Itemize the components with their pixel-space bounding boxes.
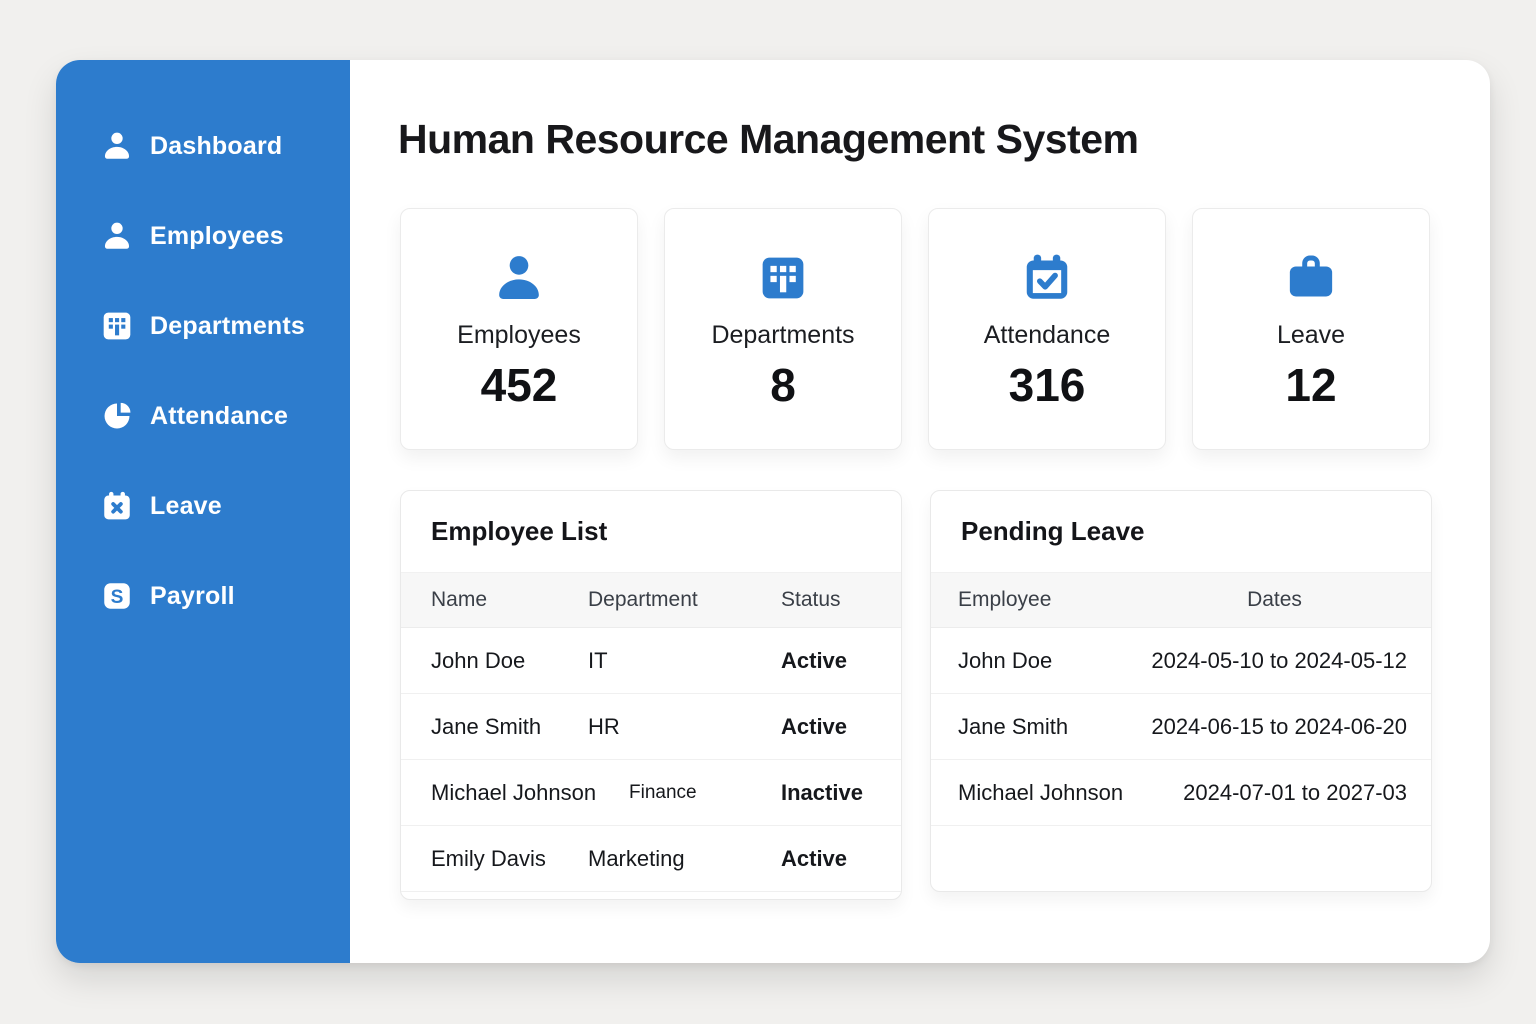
stats-row: Employees 452 Departments 8 Attendance 3… [400, 208, 1430, 450]
table-row: Jane Smith HR Active [401, 694, 901, 760]
stat-card-departments: Departments 8 [664, 208, 902, 450]
column-header-dates: Dates [1247, 588, 1302, 611]
column-header-employee: Employee [958, 588, 1052, 611]
leave-employee: Michael Johnson [958, 779, 1124, 805]
leave-employee: Jane Smith [958, 713, 1069, 739]
svg-text:S: S [111, 587, 124, 608]
sidebar: Dashboard Employees Departments Attendan… [56, 60, 350, 963]
sidebar-item-label: Departments [150, 311, 306, 340]
stat-card-employees: Employees 452 [400, 208, 638, 450]
pending-leave-header: Employee Dates [931, 573, 1431, 628]
sidebar-item-label: Employees [150, 221, 284, 250]
person-icon [100, 129, 134, 163]
table-row: Emily Davis Marketing Active [401, 826, 901, 892]
building-icon [100, 309, 134, 343]
sidebar-item-payroll[interactable]: S Payroll [56, 551, 350, 641]
stat-label: Attendance [983, 320, 1111, 349]
table-row: Jane Smith 2024-06-15 to 2024-06-20 [931, 694, 1431, 760]
building-icon [757, 247, 809, 309]
table-row: John Doe 2024-05-10 to 2024-05-12 [931, 628, 1431, 694]
stat-label: Leave [1276, 320, 1346, 349]
sidebar-item-departments[interactable]: Departments [56, 281, 350, 371]
employee-list-card: Employee List Name Department Status Joh… [400, 490, 902, 900]
sidebar-item-leave[interactable]: Leave [56, 461, 350, 551]
pending-leave-title: Pending Leave [931, 491, 1431, 573]
person-icon [491, 247, 547, 309]
employee-name: John Doe [431, 647, 526, 673]
leave-employee: John Doe [958, 647, 1053, 673]
sidebar-item-employees[interactable]: Employees [56, 191, 350, 281]
employee-list-title: Employee List [401, 491, 901, 573]
table-row: John Doe IT Active [401, 628, 901, 694]
sidebar-item-attendance[interactable]: Attendance [56, 371, 350, 461]
column-header-status: Status [781, 588, 841, 611]
stat-label: Employees [457, 320, 581, 349]
status-badge: Active [781, 713, 848, 739]
app-window: Dashboard Employees Departments Attendan… [56, 60, 1490, 963]
sidebar-item-label: Payroll [150, 581, 235, 610]
leave-dates: 2024-05-10 to 2024-05-12 [1151, 647, 1407, 673]
employee-name: Jane Smith [431, 713, 542, 739]
pie-chart-icon [100, 399, 134, 433]
sidebar-item-label: Dashboard [150, 131, 283, 160]
column-header-department: Department [588, 588, 698, 611]
stat-value: 452 [480, 358, 558, 411]
status-badge: Active [781, 647, 848, 673]
status-badge: Active [781, 845, 848, 871]
employee-department: Marketing [588, 845, 685, 871]
status-badge: Inactive [781, 779, 863, 805]
dollar-square-icon: S [100, 579, 134, 613]
table-row: Michael Johnson 2024-07-01 to 2027-03 [931, 760, 1431, 826]
calendar-check-icon [1020, 247, 1074, 309]
page-title: Human Resource Management System [398, 116, 1139, 162]
sidebar-item-label: Attendance [150, 401, 289, 430]
stat-value: 316 [1008, 358, 1086, 411]
sidebar-item-dashboard[interactable]: Dashboard [56, 101, 350, 191]
table-row: Michael Johnson Finance Inactive [401, 760, 901, 826]
person-icon [100, 219, 134, 253]
employee-department: HR [588, 713, 620, 739]
leave-dates: 2024-07-01 to 2027-03 [1183, 779, 1407, 805]
employee-list-header: Name Department Status [401, 573, 901, 628]
stat-value: 12 [1285, 358, 1337, 411]
stat-value: 8 [770, 358, 796, 411]
stat-label: Departments [711, 320, 855, 349]
main-content: Human Resource Management System Employe… [350, 60, 1490, 963]
calendar-x-icon [100, 489, 134, 523]
briefcase-icon [1284, 247, 1338, 309]
employee-name: Michael Johnson [431, 779, 597, 805]
sidebar-item-label: Leave [150, 491, 222, 520]
employee-name: Emily Davis [431, 845, 546, 871]
column-header-name: Name [431, 588, 488, 611]
leave-dates: 2024-06-15 to 2024-06-20 [1151, 713, 1407, 739]
employee-department: IT [588, 647, 608, 673]
stat-card-leave: Leave 12 [1192, 208, 1430, 450]
stat-card-attendance: Attendance 316 [928, 208, 1166, 450]
pending-leave-card: Pending Leave Employee Dates John Doe 20… [930, 490, 1432, 892]
employee-department: Finance [629, 781, 697, 803]
